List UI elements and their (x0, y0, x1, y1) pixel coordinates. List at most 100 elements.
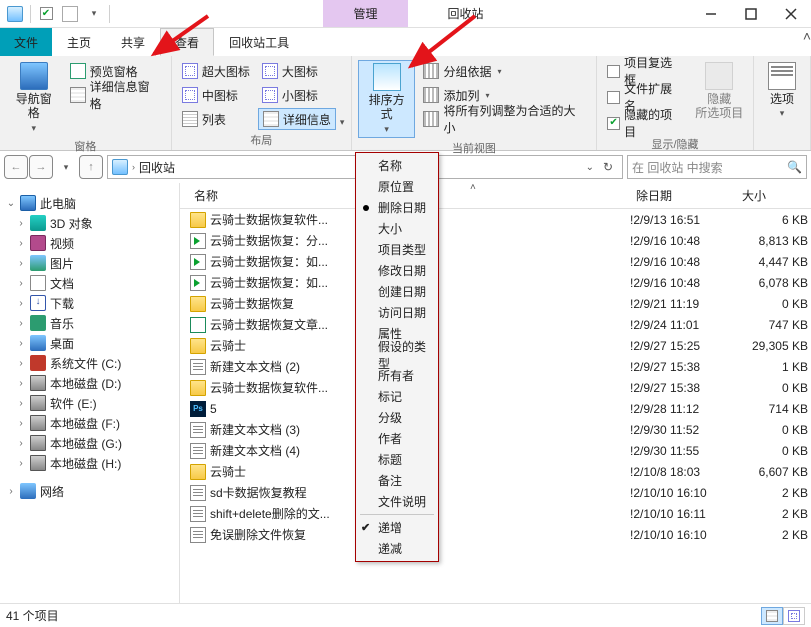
file-row[interactable]: 新建文本文档 (4) !2/9/30 11:55 0 KB 文本文档 202 (180, 440, 811, 461)
tree-item[interactable]: ›本地磁盘 (F:) (0, 413, 179, 433)
file-row[interactable]: 5 !2/9/28 11:12 714 KB Adobe Photosho...… (180, 398, 811, 419)
recent-locations-button[interactable]: ▾ (54, 155, 78, 179)
maximize-button[interactable] (731, 0, 771, 28)
file-row[interactable]: 新建文本文档 (2) !2/9/27 15:38 1 KB 文本文档 202 (180, 356, 811, 377)
view-small-button[interactable]: 小图标 (258, 84, 336, 106)
tab-view[interactable]: 查看 (160, 28, 214, 56)
file-row[interactable]: 云骑士 !2/9/27 15:25 29,305 KB 文件夹 (180, 335, 811, 356)
tree-expand-icon[interactable]: › (16, 358, 26, 369)
qat-item-1[interactable] (35, 3, 57, 25)
layout-expand-icon[interactable]: ▾ (340, 117, 345, 128)
file-row[interactable]: 云骑士数据恢复 !2/9/21 11:19 0 KB 文件夹 (180, 293, 811, 314)
tree-network[interactable]: › 网络 (0, 481, 179, 501)
tree-expand-icon[interactable]: › (16, 278, 26, 289)
sort-by-button[interactable]: 排序方式 ▾ (358, 60, 416, 138)
tree-item[interactable]: ›本地磁盘 (G:) (0, 433, 179, 453)
tree-item[interactable]: ›视频 (0, 233, 179, 253)
tree-expand-icon[interactable]: › (16, 218, 26, 229)
group-by-button[interactable]: 分组依据▾ (419, 60, 590, 82)
tree-item[interactable]: ›系统文件 (C:) (0, 353, 179, 373)
tree-item[interactable]: ›本地磁盘 (D:) (0, 373, 179, 393)
view-details-toggle[interactable] (761, 607, 783, 625)
sort-menu-item[interactable]: 假设的类型 (356, 344, 438, 365)
sort-menu-item[interactable]: 备注 (356, 470, 438, 491)
sort-menu-item[interactable]: ✔递增 (356, 517, 438, 538)
up-button[interactable]: ↑ (79, 155, 103, 179)
hidden-items-toggle[interactable]: 隐藏的项目 (603, 112, 687, 134)
qat-item-2[interactable] (59, 3, 81, 25)
sort-menu-item[interactable]: 标记 (356, 386, 438, 407)
view-large-button[interactable]: 大图标 (258, 60, 336, 82)
sort-menu-item[interactable]: 分级 (356, 407, 438, 428)
size-all-columns-button[interactable]: 将所有列调整为合适的大小 (419, 108, 590, 130)
tab-home[interactable]: 主页 (52, 28, 106, 56)
tree-item[interactable]: ›3D 对象 (0, 213, 179, 233)
back-button[interactable]: ← (4, 155, 28, 179)
sort-by-menu[interactable]: 名称原位置删除日期大小项目类型修改日期创建日期访问日期属性假设的类型所有者标记分… (355, 152, 439, 562)
tree-item[interactable]: ›本地磁盘 (H:) (0, 453, 179, 473)
tree-this-pc[interactable]: ⌄ 此电脑 (0, 193, 179, 213)
view-list-button[interactable]: 列表 (178, 108, 254, 130)
options-button[interactable]: 选项 ▾ (760, 60, 804, 134)
ribbon-collapse-icon[interactable]: ˄ (803, 28, 811, 56)
sort-menu-item[interactable]: 访问日期 (356, 302, 438, 323)
sort-menu-item[interactable]: 原位置 (356, 176, 438, 197)
tree-expand-icon[interactable]: › (16, 418, 26, 429)
forward-button[interactable]: → (29, 155, 53, 179)
recycle-bin-icon[interactable] (4, 3, 26, 25)
file-row[interactable]: shift+delete删除的文... !2/10/10 16:11 2 KB … (180, 503, 811, 524)
tree-expand-icon[interactable]: › (16, 398, 26, 409)
sort-menu-item[interactable]: 创建日期 (356, 281, 438, 302)
nav-pane-button[interactable]: 导航窗格 ▾ (6, 60, 62, 136)
refresh-button[interactable]: ↻ (598, 160, 618, 174)
file-row[interactable]: 新建文本文档 (3) !2/9/30 11:52 0 KB 文本文档 202 (180, 419, 811, 440)
sort-menu-item[interactable]: 作者 (356, 428, 438, 449)
file-row[interactable]: 云骑士数据恢复：如... !2/9/16 10:48 4,447 KB MP4 … (180, 251, 811, 272)
tree-expand-icon[interactable]: › (6, 486, 16, 497)
sort-menu-item[interactable]: 大小 (356, 218, 438, 239)
sort-menu-item[interactable]: 修改日期 (356, 260, 438, 281)
item-checkboxes-toggle[interactable]: 项目复选框 (603, 60, 687, 82)
file-row[interactable]: sd卡数据恢复教程 !2/10/10 16:10 2 KB 文本文档 202 (180, 482, 811, 503)
tree-expand-icon[interactable]: › (16, 458, 26, 469)
file-row[interactable]: 云骑士数据恢复：如... !2/9/16 10:48 6,078 KB MP4 … (180, 272, 811, 293)
tree-item[interactable]: ›下载 (0, 293, 179, 313)
file-row[interactable]: 云骑士数据恢复文章... !2/9/24 11:01 747 KB WPS表格 … (180, 314, 811, 335)
tree-item[interactable]: ›文档 (0, 273, 179, 293)
tree-expand-icon[interactable]: › (16, 378, 26, 389)
sort-menu-item[interactable]: 文件说明 (356, 491, 438, 512)
tree-expand-icon[interactable]: › (16, 318, 26, 329)
view-extra-large-button[interactable]: 超大图标 (178, 60, 254, 82)
close-button[interactable] (771, 0, 811, 28)
tree-item[interactable]: ›音乐 (0, 313, 179, 333)
tab-share[interactable]: 共享 (106, 28, 160, 56)
sort-menu-item[interactable]: 删除日期 (356, 197, 438, 218)
sort-menu-item[interactable]: 项目类型 (356, 239, 438, 260)
tree-item[interactable]: ›桌面 (0, 333, 179, 353)
file-ext-toggle[interactable]: 文件扩展名 (603, 86, 687, 108)
sort-menu-item[interactable]: 名称 (356, 155, 438, 176)
col-date-header[interactable]: 除日期 (630, 187, 740, 204)
tree-item[interactable]: ›软件 (E:) (0, 393, 179, 413)
tab-recycle-bin-tools[interactable]: 回收站工具 (214, 28, 304, 56)
col-size-header[interactable]: 大小 (736, 187, 811, 204)
tree-expand-icon[interactable]: › (16, 258, 26, 269)
tree-expand-icon[interactable]: › (16, 338, 26, 349)
sort-menu-item[interactable]: 标题 (356, 449, 438, 470)
view-medium-button[interactable]: 中图标 (178, 84, 254, 106)
breadcrumb-item[interactable]: 回收站 (139, 159, 175, 176)
file-row[interactable]: 云骑士 !2/10/8 18:03 6,607 KB 文件夹 (180, 461, 811, 482)
view-details-button[interactable]: 详细信息 (258, 108, 336, 130)
sort-menu-item[interactable]: 所有者 (356, 365, 438, 386)
file-row[interactable]: 云骑士数据恢复软件... !2/9/13 16:51 6 KB 文件夹 (180, 209, 811, 230)
minimize-button[interactable] (691, 0, 731, 28)
details-pane-button[interactable]: 详细信息窗格 (66, 84, 165, 106)
tree-expand-icon[interactable]: › (16, 238, 26, 249)
tree-expand-icon[interactable]: › (16, 438, 26, 449)
sort-menu-item[interactable]: 递减 (356, 538, 438, 559)
tree-collapse-icon[interactable]: ⌄ (6, 198, 16, 209)
tree-expand-icon[interactable]: › (16, 298, 26, 309)
search-input[interactable]: 在 回收站 中搜索 🔍 (627, 155, 807, 179)
view-icons-toggle[interactable] (783, 607, 805, 625)
file-row[interactable]: 云骑士数据恢复：分... !2/9/16 10:48 8,813 KB MP4 … (180, 230, 811, 251)
